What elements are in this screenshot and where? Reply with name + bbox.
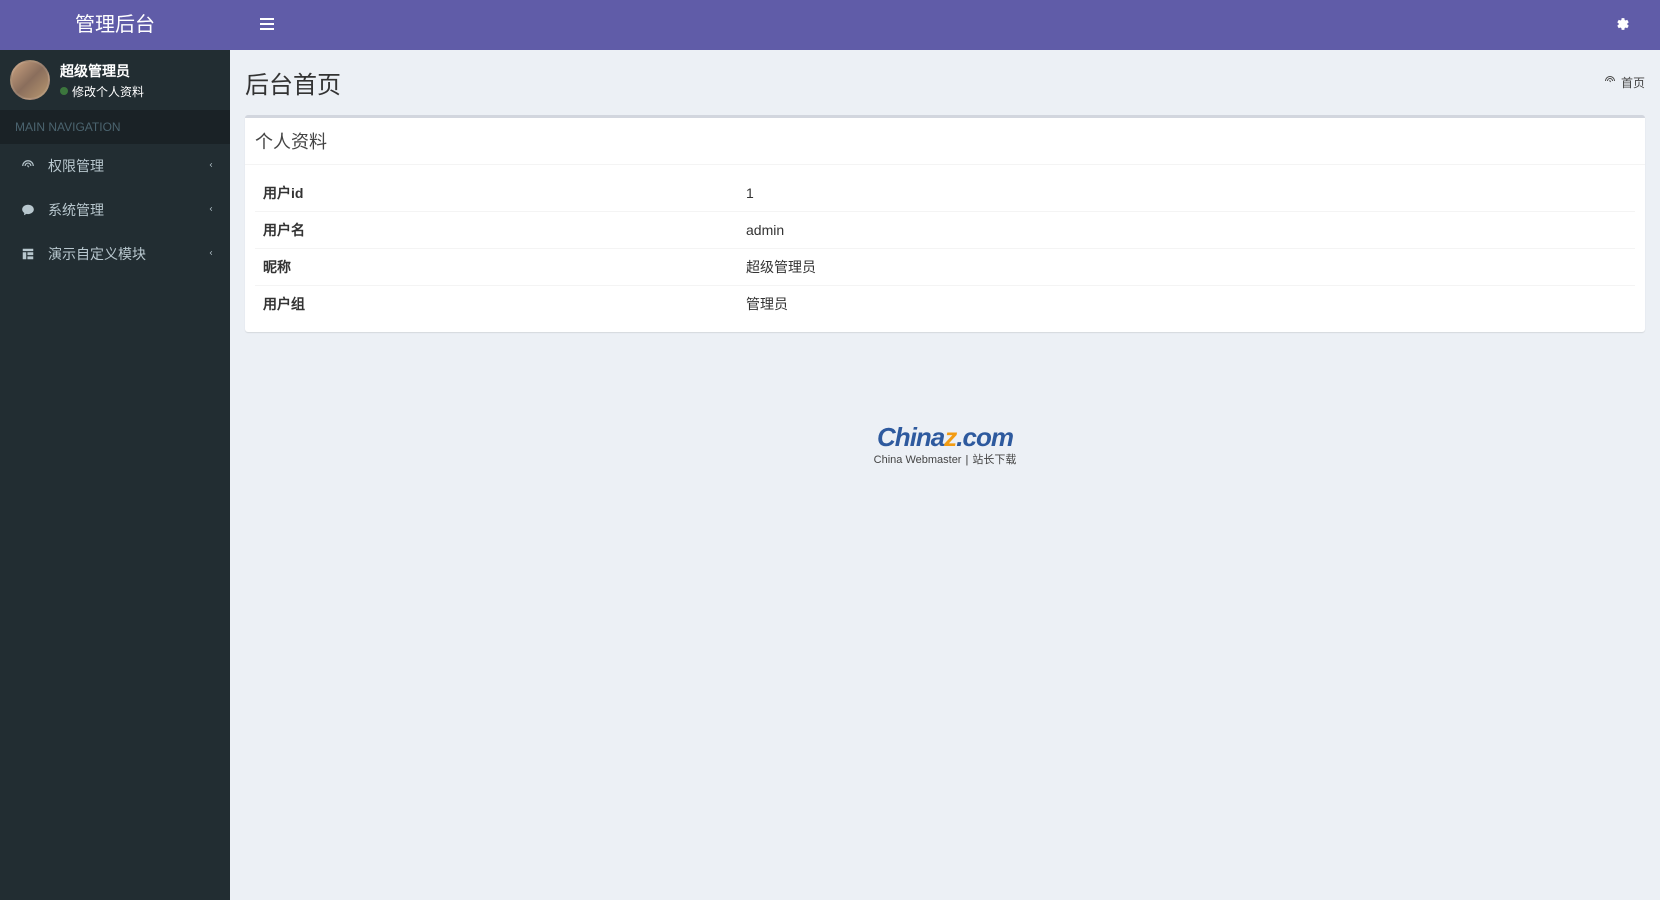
user-name: 超级管理员 bbox=[60, 61, 144, 81]
sidebar-item-label: 权限管理 bbox=[48, 156, 207, 176]
panel-header: 个人资料 bbox=[245, 118, 1645, 165]
watermark-sub-text: China Webmaster|站长下载 bbox=[245, 451, 1645, 467]
dashboard-icon bbox=[1604, 75, 1616, 90]
top-navbar bbox=[230, 0, 1660, 50]
sidebar-item-demo[interactable]: 演示自定义模块 bbox=[0, 232, 230, 276]
chevron-left-icon bbox=[207, 205, 215, 216]
row-label: 用户名 bbox=[255, 212, 738, 249]
row-label: 昵称 bbox=[255, 249, 738, 286]
comment-icon bbox=[18, 203, 38, 217]
sidebar-item-label: 演示自定义模块 bbox=[48, 244, 207, 264]
edit-profile-text: 修改个人资料 bbox=[72, 83, 144, 100]
content-header: 后台首页 首页 bbox=[230, 50, 1660, 100]
row-value: 超级管理员 bbox=[738, 249, 1635, 286]
main-header: 管理后台 bbox=[0, 0, 1660, 50]
gears-icon bbox=[1616, 18, 1630, 34]
user-info: 超级管理员 修改个人资料 bbox=[60, 61, 144, 100]
panel-title: 个人资料 bbox=[255, 128, 1635, 154]
table-row: 昵称 超级管理员 bbox=[255, 249, 1635, 286]
chevron-left-icon bbox=[207, 161, 215, 172]
breadcrumb-home[interactable]: 首页 bbox=[1621, 76, 1645, 90]
main-sidebar: 超级管理员 修改个人资料 MAIN NAVIGATION 权限管理 bbox=[0, 50, 230, 900]
sidebar-item-label: 系统管理 bbox=[48, 200, 207, 220]
content-wrapper: 后台首页 首页 个人资料 用户id 1 bbox=[230, 50, 1660, 900]
sidebar-menu: 权限管理 系统管理 演示自定义模块 bbox=[0, 144, 230, 276]
table-icon bbox=[18, 247, 38, 261]
page-title: 后台首页 bbox=[245, 65, 341, 100]
profile-table: 用户id 1 用户名 admin 昵称 超级管理员 用户组 bbox=[255, 175, 1635, 322]
sidebar-section-header: MAIN NAVIGATION bbox=[0, 110, 230, 144]
watermark-main-text: Chinaz.com bbox=[245, 422, 1645, 453]
table-row: 用户id 1 bbox=[255, 175, 1635, 212]
logo[interactable]: 管理后台 bbox=[0, 0, 230, 50]
sidebar-item-permissions[interactable]: 权限管理 bbox=[0, 144, 230, 188]
bars-icon bbox=[260, 18, 274, 30]
settings-button[interactable] bbox=[1601, 2, 1645, 49]
sidebar-item-system[interactable]: 系统管理 bbox=[0, 188, 230, 232]
watermark-logo: Chinaz.com China Webmaster|站长下载 bbox=[245, 422, 1645, 467]
row-value: 1 bbox=[738, 175, 1635, 212]
row-value: 管理员 bbox=[738, 286, 1635, 323]
status-dot-icon bbox=[60, 87, 68, 95]
logo-text: 管理后台 bbox=[75, 14, 155, 36]
dashboard-icon bbox=[18, 159, 38, 173]
edit-profile-link[interactable]: 修改个人资料 bbox=[60, 83, 144, 100]
row-value: admin bbox=[738, 212, 1635, 249]
panel-body: 用户id 1 用户名 admin 昵称 超级管理员 用户组 bbox=[245, 165, 1645, 332]
sidebar-toggle-button[interactable] bbox=[245, 2, 289, 48]
user-panel: 超级管理员 修改个人资料 bbox=[0, 50, 230, 110]
content-body: 个人资料 用户id 1 用户名 admin 昵称 bbox=[230, 100, 1660, 482]
row-label: 用户组 bbox=[255, 286, 738, 323]
chevron-left-icon bbox=[207, 249, 215, 260]
row-label: 用户id bbox=[255, 175, 738, 212]
avatar bbox=[10, 60, 50, 100]
breadcrumb: 首页 bbox=[1604, 74, 1645, 91]
table-row: 用户名 admin bbox=[255, 212, 1635, 249]
table-row: 用户组 管理员 bbox=[255, 286, 1635, 323]
profile-panel: 个人资料 用户id 1 用户名 admin 昵称 bbox=[245, 115, 1645, 332]
